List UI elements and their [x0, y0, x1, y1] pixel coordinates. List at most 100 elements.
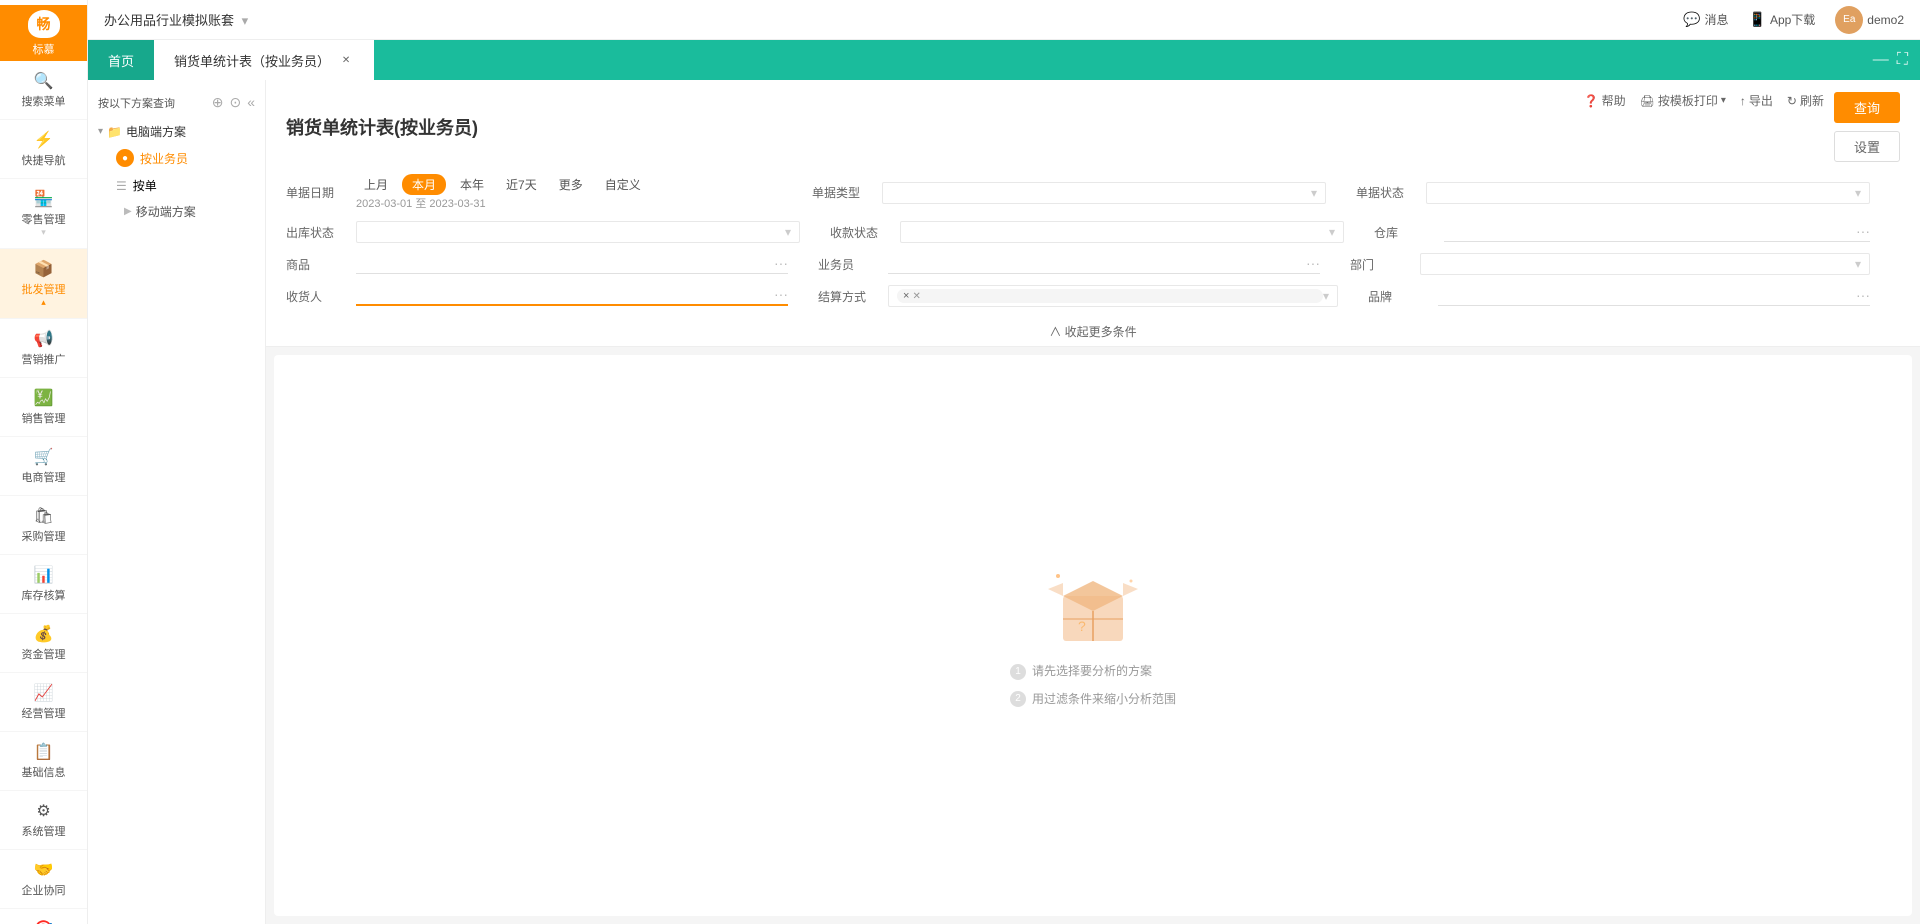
doc-type-dropdown-icon: ▾: [1311, 186, 1317, 200]
main-content: ? 1 请先选择要分析的方案 2 用过滤条件来缩小分析范围: [274, 355, 1912, 916]
warehouse-input[interactable]: ···: [1444, 223, 1870, 242]
date-last-month[interactable]: 上月: [356, 174, 396, 195]
empty-step-1: 1 请先选择要分析的方案: [1010, 661, 1176, 683]
top-bar-right: 💬 消息 📱 App下载 Ea demo2: [1683, 6, 1904, 34]
sidebar-label-marketing: 营销推广: [22, 351, 66, 367]
tab-maximize-btn[interactable]: ⛶: [1897, 51, 1908, 69]
mobile-expand-icon: ▶: [124, 206, 132, 217]
tree-item-by-order[interactable]: ☰ 按单: [88, 172, 265, 199]
settings-button[interactable]: 设置: [1834, 131, 1900, 162]
tab-sales-stat[interactable]: 销货单统计表（按业务员） ✕: [154, 40, 374, 80]
sidebar-item-purchase[interactable]: 🛍 采购管理: [0, 496, 87, 555]
sidebar-item-operation[interactable]: 📈 经营管理: [0, 673, 87, 732]
salesperson-label: 业务员: [818, 256, 888, 273]
tab-close-btn[interactable]: ✕: [338, 52, 354, 68]
quick-nav-icon: ⚡: [34, 130, 54, 150]
active-scheme-icon: ●: [116, 149, 134, 167]
tab-bar: 首页 销货单统计表（按业务员） ✕ — ⛶: [88, 40, 1920, 80]
logo-text: 标慕: [33, 41, 55, 57]
user-profile[interactable]: Ea demo2: [1835, 6, 1904, 34]
sidebar-label-purchase: 采购管理: [22, 528, 66, 544]
sidebar-item-ecommerce[interactable]: 🛒 电商管理: [0, 437, 87, 496]
page-actions: ❓ 帮助 🖨 按模板打印 ▾ ↑ 导出: [1584, 92, 1824, 109]
download-icon: 📱: [1749, 11, 1766, 28]
sidebar-item-retail[interactable]: 🏪 零售管理 ▾: [0, 179, 87, 249]
help-btn[interactable]: ❓ 帮助: [1584, 92, 1626, 109]
sidebar-label-enterprise: 企业协同: [22, 882, 66, 898]
date-last-7days[interactable]: 近7天: [498, 174, 545, 195]
date-label: 单据日期: [286, 184, 356, 201]
brand-dots-btn[interactable]: ···: [1856, 287, 1870, 303]
doc-type-select[interactable]: ▾: [882, 182, 1326, 204]
goods-dots-btn[interactable]: ···: [774, 255, 788, 271]
sidebar-item-inventory[interactable]: 📊 库存核算: [0, 555, 87, 614]
sidebar-label-retail: 零售管理: [22, 211, 66, 227]
refresh-btn[interactable]: ↻ 刷新: [1787, 92, 1824, 109]
date-this-year[interactable]: 本年: [452, 174, 492, 195]
query-button[interactable]: 查询: [1834, 92, 1900, 123]
message-btn[interactable]: 💬 消息: [1683, 11, 1728, 28]
dropdown-arrow[interactable]: ▾: [242, 13, 249, 28]
print-btn[interactable]: 🖨 按模板打印 ▾: [1640, 92, 1726, 109]
department-select[interactable]: ▾: [1420, 253, 1870, 275]
message-icon: 💬: [1683, 11, 1700, 28]
sidebar-item-quick-nav[interactable]: ⚡ 快捷导航: [0, 120, 87, 179]
receiver-input[interactable]: ···: [356, 286, 788, 306]
sidebar-label-operation: 经营管理: [22, 705, 66, 721]
goods-input[interactable]: ···: [356, 255, 788, 274]
settle-method-tag: × ✕: [897, 289, 1323, 303]
sidebar-item-system[interactable]: ⚙ 系统管理: [0, 791, 87, 850]
receiver-label: 收货人: [286, 288, 356, 305]
empty-step-2: 2 用过滤条件来缩小分析范围: [1010, 689, 1176, 711]
app-logo[interactable]: 畅 标慕: [0, 5, 88, 61]
tab-bar-actions: — ⛶: [1873, 51, 1920, 69]
sidebar-item-sales[interactable]: 💹 销售管理: [0, 378, 87, 437]
tab-home[interactable]: 首页: [88, 40, 154, 80]
salesperson-input[interactable]: ···: [888, 255, 1320, 274]
sidebar-item-wholesale[interactable]: 📦 批发管理 ▴: [0, 249, 87, 319]
tree-mobile-scheme[interactable]: ▶ 移动端方案: [88, 199, 265, 224]
sidebar-item-search[interactable]: 🔍 搜索菜单: [0, 61, 87, 120]
collapse-btn[interactable]: ∧ 收起更多条件: [286, 317, 1900, 346]
add-scheme-btn[interactable]: ⊕: [212, 94, 224, 111]
date-this-month[interactable]: 本月: [402, 174, 446, 195]
svg-text:?: ?: [1078, 618, 1086, 634]
enterprise-icon: 🤝: [34, 860, 54, 880]
out-status-select[interactable]: ▾: [356, 221, 800, 243]
tree-item-by-salesperson[interactable]: ● 按业务员: [88, 144, 265, 172]
doc-status-select[interactable]: ▾: [1426, 182, 1870, 204]
salesperson-dots-btn[interactable]: ···: [1306, 255, 1320, 271]
tab-minimize-btn[interactable]: —: [1873, 51, 1889, 69]
edit-scheme-btn[interactable]: ⊙: [229, 94, 241, 111]
date-more[interactable]: 更多: [551, 174, 591, 195]
left-panel-icons: ⊕ ⊙ «: [212, 94, 255, 111]
department-label: 部门: [1350, 256, 1420, 273]
settle-method-select[interactable]: × ✕ ▾: [888, 285, 1338, 307]
date-custom[interactable]: 自定义: [597, 174, 649, 195]
sidebar-label-wholesale: 批发管理: [22, 281, 66, 297]
sidebar-item-marketing[interactable]: 📢 营销推广: [0, 319, 87, 378]
sidebar-item-basic-info[interactable]: 📋 基础信息: [0, 732, 87, 791]
warehouse-dots-btn[interactable]: ···: [1856, 223, 1870, 239]
export-icon: ↑: [1740, 94, 1746, 108]
brand-input[interactable]: ···: [1438, 287, 1870, 306]
export-btn[interactable]: ↑ 导出: [1740, 92, 1773, 109]
receiver-dots-btn[interactable]: ···: [774, 286, 788, 302]
tree-pc-scheme[interactable]: ▾ 📁 电脑端方案: [88, 119, 265, 144]
ecommerce-icon: 🛒: [34, 447, 54, 467]
basic-info-icon: 📋: [34, 742, 54, 762]
sidebar-label-search: 搜索菜单: [22, 93, 66, 109]
page-header: 销货单统计表(按业务员) ❓ 帮助 🖨 按模板打印 ▾: [266, 80, 1920, 347]
settle-method-clear-btn[interactable]: ✕: [912, 291, 920, 302]
sidebar-item-enterprise[interactable]: 🤝 企业协同: [0, 850, 87, 909]
sidebar-item-newbie[interactable]: 🎯 新手引导: [0, 909, 87, 924]
goods-label: 商品: [286, 256, 356, 273]
print-dropdown-icon: ▾: [1721, 95, 1726, 106]
sidebar-item-finance[interactable]: 💰 资金管理: [0, 614, 87, 673]
refresh-icon: ↻: [1787, 94, 1797, 108]
app-download-btn[interactable]: 📱 App下载: [1749, 11, 1816, 28]
left-panel: 按以下方案查询 ⊕ ⊙ « ▾ 📁 电脑端方案 ● 按业务员 ☰ 按单: [88, 80, 266, 924]
collapse-panel-btn[interactable]: «: [247, 94, 255, 111]
user-avatar: Ea: [1835, 6, 1863, 34]
receipt-status-select[interactable]: ▾: [900, 221, 1344, 243]
